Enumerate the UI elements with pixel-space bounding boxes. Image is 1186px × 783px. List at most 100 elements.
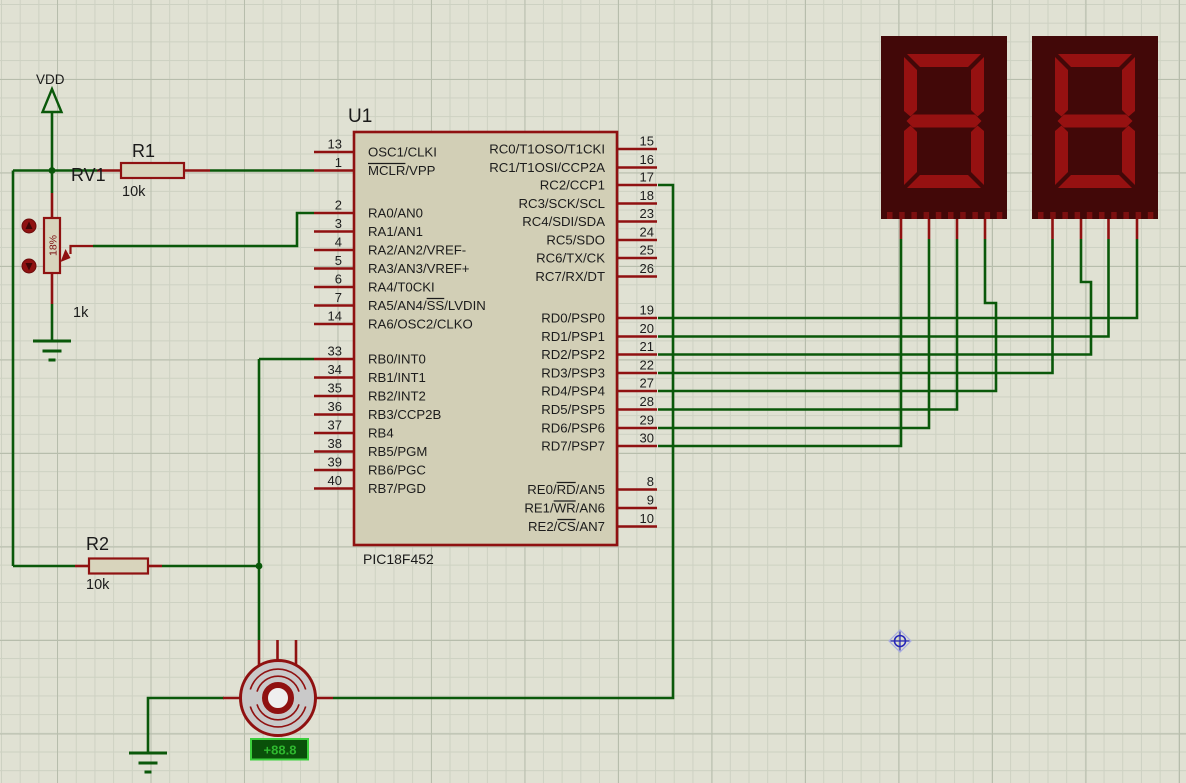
pin-number-24: 24: [640, 225, 654, 240]
display-pin-nub: [960, 212, 966, 219]
ground-symbol-2[interactable]: [129, 751, 167, 774]
display-pin-nub: [1074, 212, 1081, 219]
origin-marker: [888, 629, 912, 653]
pin-number-7: 7: [335, 290, 342, 305]
pin-label-27: RD4/PSP4: [541, 384, 605, 399]
motor-shaft: [262, 682, 294, 714]
pin-number-13: 13: [328, 137, 342, 152]
motor[interactable]: [239, 659, 317, 737]
display-pin-nub: [887, 212, 893, 219]
wire-rd7-display1[interactable]: [658, 239, 903, 448]
wire-rd6-display1[interactable]: [658, 239, 931, 430]
pin-label-30: RD7/PSP7: [541, 439, 605, 454]
pot-adjust-up-button[interactable]: [21, 218, 37, 234]
pin-number-21: 21: [640, 339, 654, 354]
wire-rd4-display1[interactable]: [658, 239, 998, 393]
display-pin-nub: [1135, 212, 1142, 219]
pin-number-19: 19: [640, 303, 654, 318]
wire-rd0-display2[interactable]: [658, 239, 1139, 320]
pin-label-19: RD0/PSP0: [541, 311, 605, 326]
segment-g: [906, 114, 982, 128]
pin-number-2: 2: [335, 198, 342, 213]
display-pin-nub: [996, 212, 1003, 219]
pin-number-35: 35: [328, 381, 342, 396]
pin-number-28: 28: [640, 394, 654, 409]
display-pin-nub: [923, 212, 930, 219]
pin-number-30: 30: [640, 431, 654, 446]
pin-label-26: RC7/RX/DT: [535, 269, 605, 284]
pin-label-23: RC4/SDI/SDA: [522, 214, 605, 229]
pin-label-29: RD6/PSP6: [541, 421, 605, 436]
pin-label-36: RB3/CCP2B: [368, 407, 441, 422]
pin-label-3: RA1/AN1: [368, 224, 423, 239]
schematic-svg: 13 OSC1/CLKI 1 MCLR/VPP 2 RA0/AN0 3 RA1/AN1 4 RA2…: [11, 36, 1158, 774]
pin-number-8: 8: [647, 474, 654, 489]
display-pin-nub: [1050, 212, 1056, 219]
pin-number-20: 20: [640, 321, 654, 336]
pin-number-9: 9: [647, 493, 654, 508]
display-pin-nub: [935, 212, 942, 219]
pin-number-40: 40: [328, 473, 342, 488]
pin-label-2: RA0/AN0: [368, 206, 423, 221]
pin-number-26: 26: [640, 261, 654, 276]
pin-number-6: 6: [335, 272, 342, 287]
wire-rd1-display2[interactable]: [658, 239, 1110, 338]
resistor-r2[interactable]: [87, 557, 150, 575]
resistor-r1[interactable]: [119, 161, 186, 180]
pin-number-22: 22: [640, 358, 654, 373]
pin-label-20: RD1/PSP1: [541, 329, 605, 344]
seven-seg-display-1[interactable]: [881, 36, 1007, 219]
pin-label-8: RE0/RD/AN5: [527, 482, 605, 497]
r1-value-label: 10k: [122, 184, 146, 200]
pin-number-23: 23: [640, 206, 654, 221]
motor-readout: +88.8: [264, 743, 297, 758]
pin-number-16: 16: [640, 152, 654, 167]
pin-number-14: 14: [328, 309, 342, 324]
segment-a: [1058, 54, 1132, 67]
pin-label-9: RE1/WR/AN6: [524, 501, 605, 516]
wire-wiper-to-ra0[interactable]: [93, 211, 314, 248]
ground-symbol-1[interactable]: [33, 339, 71, 362]
wire-rd3-display2[interactable]: [658, 239, 1054, 375]
wire-rd5-display1[interactable]: [658, 239, 959, 411]
display-pin-nub: [948, 212, 954, 219]
pin-number-3: 3: [335, 216, 342, 231]
pin-label-34: RB1/INT1: [368, 370, 426, 385]
pin-number-18: 18: [640, 188, 654, 203]
pin-number-38: 38: [328, 436, 342, 451]
pin-label-37: RB4: [368, 426, 394, 441]
pin-number-34: 34: [328, 362, 342, 377]
pin-label-7: RA5/AN4/SS/LVDIN: [368, 298, 486, 313]
segment-a: [907, 54, 981, 67]
pin-label-25: RC6/TX/CK: [536, 251, 605, 266]
pin-label-15: RC0/T1OSO/T1CKI: [489, 142, 605, 157]
r2-value-label: 10k: [86, 577, 110, 593]
pin-label-35: RB2/INT2: [368, 389, 426, 404]
mcu-pic18f452[interactable]: 13 OSC1/CLKI 1 MCLR/VPP 2 RA0/AN0 3 RA1/AN1 4 RA2…: [314, 130, 657, 547]
rv1-percent-label: 18%: [48, 235, 60, 256]
vdd-power-symbol[interactable]: [40, 85, 64, 114]
pin-label-14: RA6/OSC2/CLKO: [368, 317, 473, 332]
r1-ref-label: R1: [132, 141, 155, 161]
pot-wiper-lead: [69, 244, 93, 254]
chip-ref-label: U1: [348, 106, 372, 127]
pin-number-37: 37: [328, 418, 342, 433]
pot-adjust-down-button[interactable]: [21, 258, 37, 274]
display-pin-nub: [972, 212, 978, 219]
segment-d: [907, 175, 981, 188]
wire-motor-ground[interactable]: [146, 696, 224, 753]
display-pin-nub: [1038, 212, 1044, 219]
pin-label-5: RA3/AN3/VREF+: [368, 261, 470, 276]
pin-label-4: RA2/AN2/VREF-: [368, 243, 466, 258]
chip-part-label: PIC18F452: [363, 551, 434, 567]
pin-label-24: RC5/SDO: [546, 233, 605, 248]
pin-number-5: 5: [335, 253, 342, 268]
pin-label-6: RA4/T0CKI: [368, 280, 435, 295]
display-pin-nub: [1147, 212, 1154, 219]
display-pin-nub: [1099, 212, 1105, 219]
display-pin-nub: [1123, 212, 1129, 219]
seven-seg-display-2[interactable]: [1032, 36, 1158, 219]
pin-number-4: 4: [335, 235, 342, 250]
pin-number-1: 1: [335, 155, 342, 170]
pin-label-39: RB6/PGC: [368, 463, 426, 478]
